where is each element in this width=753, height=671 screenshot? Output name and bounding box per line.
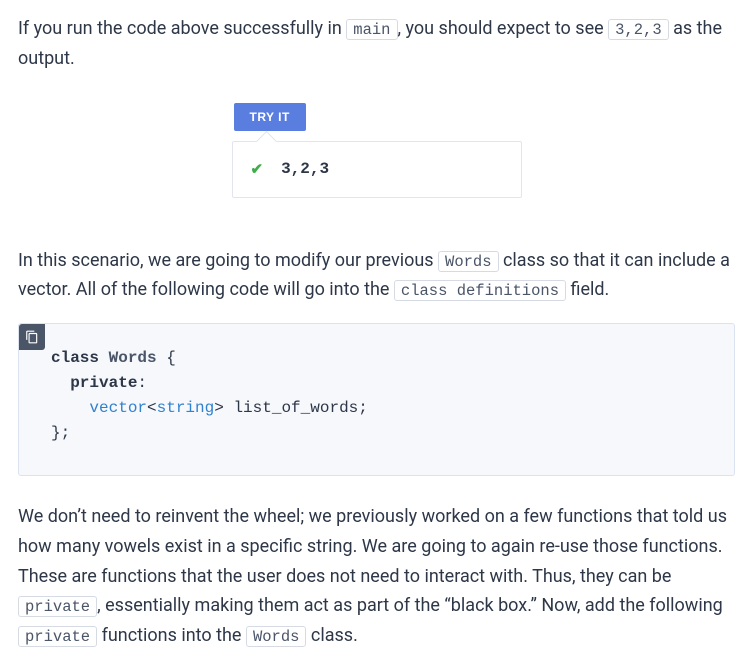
- text: functions into the: [97, 625, 246, 646]
- inline-code-classdefs: class definitions: [394, 280, 566, 301]
- code-token: Words: [109, 349, 157, 367]
- text: , you should expect to see: [398, 18, 609, 39]
- text: We don’t need to reinvent the wheel; we …: [18, 506, 727, 586]
- code-token: vector: [89, 399, 147, 417]
- code-token: private: [70, 374, 137, 392]
- inline-code-main: main: [346, 19, 397, 40]
- code-token: string: [157, 399, 215, 417]
- inline-code-words: Words: [438, 251, 499, 272]
- copy-icon[interactable]: [19, 324, 45, 350]
- paragraph-intro: If you run the code above successfully i…: [18, 14, 735, 73]
- text: field.: [566, 279, 609, 300]
- code-block: class Words { private: vector<string> li…: [18, 323, 735, 476]
- code-token: class: [51, 349, 99, 367]
- tryit-result-bubble: ✔ 3,2,3: [232, 141, 522, 197]
- code-token: >: [214, 399, 224, 417]
- text: class.: [306, 625, 357, 646]
- tryit-output-text: 3,2,3: [281, 156, 329, 182]
- paragraph-reuse: We don’t need to reinvent the wheel; we …: [18, 502, 735, 650]
- code-token: {: [157, 349, 176, 367]
- code-token: };: [51, 424, 70, 442]
- try-it-button[interactable]: TRY IT: [234, 103, 306, 131]
- check-icon: ✔: [251, 157, 264, 182]
- code-token: <: [147, 399, 157, 417]
- code-token: :: [137, 374, 147, 392]
- text: , essentially making them act as part of…: [97, 595, 723, 616]
- text: If you run the code above successfully i…: [18, 18, 346, 39]
- inline-code-private1: private: [18, 596, 97, 617]
- paragraph-scenario: In this scenario, we are going to modify…: [18, 246, 735, 305]
- tryit-widget: TRY IT ✔ 3,2,3: [232, 101, 522, 197]
- code-token: list_of_words;: [224, 399, 368, 417]
- inline-code-output: 3,2,3: [608, 19, 669, 40]
- code-content: class Words { private: vector<string> li…: [51, 346, 712, 445]
- text: In this scenario, we are going to modify…: [18, 250, 438, 271]
